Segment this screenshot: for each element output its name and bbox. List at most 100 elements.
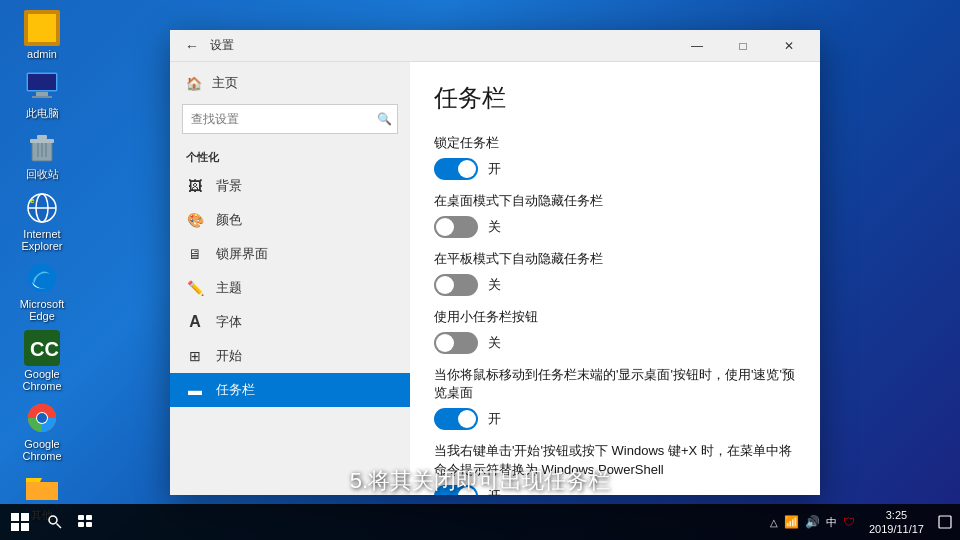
desktop-icon-chrome[interactable]: Google Chrome xyxy=(10,400,74,462)
nav-item-background[interactable]: 🖼 背景 xyxy=(170,169,410,203)
nav-section-title: 个性化 xyxy=(170,142,410,169)
start-button[interactable] xyxy=(0,504,40,540)
tray-ime[interactable]: 中 xyxy=(826,515,837,530)
settings-nav: 🏠 主页 🔍 个性化 🖼 背景 🎨 颜色 🖥 锁 xyxy=(170,62,410,495)
svg-text:CC: CC xyxy=(30,338,59,360)
lock-taskbar-label: 锁定任务栏 xyxy=(434,134,796,152)
auto-hide-tablet-knob xyxy=(436,276,454,294)
taskbar-icon: ▬ xyxy=(186,381,204,399)
svg-rect-2 xyxy=(42,14,56,28)
themes-label: 主题 xyxy=(216,279,242,297)
taskbar-search-button[interactable] xyxy=(40,504,70,540)
replace-powershell-state: 开 xyxy=(488,487,501,495)
ccleaner-icon: CC xyxy=(24,330,60,366)
lock-taskbar-toggle[interactable] xyxy=(434,158,478,180)
svg-rect-8 xyxy=(32,96,52,98)
peek-desktop-toggle[interactable] xyxy=(434,408,478,430)
svg-rect-31 xyxy=(78,522,84,527)
replace-powershell-knob xyxy=(458,487,476,495)
replace-powershell-row: 开 xyxy=(434,485,796,495)
small-taskbar-label: 使用小任务栏按钮 xyxy=(434,308,796,326)
desktop-icon-edge[interactable]: Microsoft Edge xyxy=(10,260,74,322)
desktop-icon-ie[interactable]: e Internet Explorer xyxy=(10,190,74,252)
recycle-bin-icon xyxy=(24,129,60,165)
svg-rect-33 xyxy=(939,516,951,528)
windows-logo-icon xyxy=(11,513,29,531)
admin-label: admin xyxy=(27,48,57,60)
svg-rect-3 xyxy=(28,28,42,42)
settings-body: 🏠 主页 🔍 个性化 🖼 背景 🎨 颜色 🖥 锁 xyxy=(170,62,820,495)
window-title: 设置 xyxy=(210,37,674,54)
minimize-button[interactable]: — xyxy=(674,30,720,62)
back-button[interactable]: ← xyxy=(178,32,206,60)
desktop-icon-this-pc[interactable]: 此电脑 xyxy=(10,68,74,121)
svg-point-26 xyxy=(37,413,47,423)
chrome-label: Google Chrome xyxy=(22,438,61,462)
small-taskbar-knob xyxy=(436,334,454,352)
auto-hide-tablet-toggle[interactable] xyxy=(434,274,478,296)
small-taskbar-toggle[interactable] xyxy=(434,332,478,354)
nav-item-colors[interactable]: 🎨 颜色 xyxy=(170,203,410,237)
close-button[interactable]: ✕ xyxy=(766,30,812,62)
taskbar-apps xyxy=(100,504,762,540)
svg-rect-4 xyxy=(42,28,56,42)
recycle-bin-label: 回收站 xyxy=(26,167,59,182)
fonts-label: 字体 xyxy=(216,313,242,331)
desktop-icon-admin[interactable]: admin xyxy=(10,10,74,60)
nav-item-start[interactable]: ⊞ 开始 xyxy=(170,339,410,373)
desktop-icon-ccleaner[interactable]: CC Google Chrome xyxy=(10,330,74,392)
lock-taskbar-knob xyxy=(458,160,476,178)
clock-date: 2019/11/17 xyxy=(869,522,924,536)
search-icon: 🔍 xyxy=(377,112,392,126)
search-input[interactable] xyxy=(182,104,398,134)
tray-volume: 🔊 xyxy=(805,515,820,529)
admin-icon xyxy=(24,10,60,46)
auto-hide-desktop-state: 关 xyxy=(488,218,501,236)
home-icon: 🏠 xyxy=(186,76,202,91)
auto-hide-tablet-state: 关 xyxy=(488,276,501,294)
lockscreen-label: 锁屏界面 xyxy=(216,245,268,263)
peek-desktop-knob xyxy=(458,410,476,428)
nav-item-fonts[interactable]: A 字体 xyxy=(170,305,410,339)
nav-item-themes[interactable]: ✏️ 主题 xyxy=(170,271,410,305)
nav-item-lockscreen[interactable]: 🖥 锁屏界面 xyxy=(170,237,410,271)
settings-window: ← 设置 — □ ✕ 🏠 主页 🔍 个性化 🖼 xyxy=(170,30,820,495)
svg-rect-29 xyxy=(78,515,84,520)
notification-button[interactable] xyxy=(930,504,960,540)
maximize-button[interactable]: □ xyxy=(720,30,766,62)
svg-text:e: e xyxy=(30,196,35,205)
nav-home[interactable]: 🏠 主页 xyxy=(170,66,410,100)
desktop-icon-recycle-bin[interactable]: 回收站 xyxy=(10,129,74,182)
auto-hide-desktop-toggle[interactable] xyxy=(434,216,478,238)
auto-hide-tablet-row: 关 xyxy=(434,274,796,296)
clock-time: 3:25 xyxy=(886,508,907,522)
svg-line-28 xyxy=(57,524,62,529)
taskbar-clock[interactable]: 3:25 2019/11/17 xyxy=(863,508,930,536)
setting-auto-hide-tablet: 在平板模式下自动隐藏任务栏 关 xyxy=(434,250,796,296)
this-pc-icon xyxy=(24,68,60,104)
ccleaner-label: Google Chrome xyxy=(10,368,74,392)
tray-chevron[interactable]: △ xyxy=(770,517,778,528)
setting-peek-desktop: 当你将鼠标移动到任务栏末端的'显示桌面'按钮时，使用'速览'预览桌面 开 xyxy=(434,366,796,430)
colors-icon: 🎨 xyxy=(186,211,204,229)
settings-content: 任务栏 锁定任务栏 开 在桌面模式下自动隐藏任务栏 xyxy=(410,62,820,495)
nav-item-taskbar[interactable]: ▬ 任务栏 xyxy=(170,373,410,407)
desktop-icon-list: admin 此电脑 xyxy=(10,10,74,523)
other-folder-icon xyxy=(24,470,60,506)
svg-point-20 xyxy=(28,264,56,292)
edge-label: Microsoft Edge xyxy=(20,298,65,322)
auto-hide-desktop-label: 在桌面模式下自动隐藏任务栏 xyxy=(434,192,796,210)
tray-antivirus: 🛡 xyxy=(843,515,855,529)
small-taskbar-row: 关 xyxy=(434,332,796,354)
themes-icon: ✏️ xyxy=(186,279,204,297)
ie-icon: e xyxy=(24,190,60,226)
peek-desktop-state: 开 xyxy=(488,410,501,428)
task-view-button[interactable] xyxy=(70,504,100,540)
setting-replace-powershell: 当我右键单击'开始'按钮或按下 Windows 键+X 时，在菜单中将命令提示符… xyxy=(434,442,796,495)
fonts-icon: A xyxy=(186,313,204,331)
page-title: 任务栏 xyxy=(434,82,796,114)
setting-auto-hide-desktop: 在桌面模式下自动隐藏任务栏 关 xyxy=(434,192,796,238)
auto-hide-desktop-row: 关 xyxy=(434,216,796,238)
replace-powershell-toggle[interactable] xyxy=(434,485,478,495)
lock-taskbar-state: 开 xyxy=(488,160,501,178)
